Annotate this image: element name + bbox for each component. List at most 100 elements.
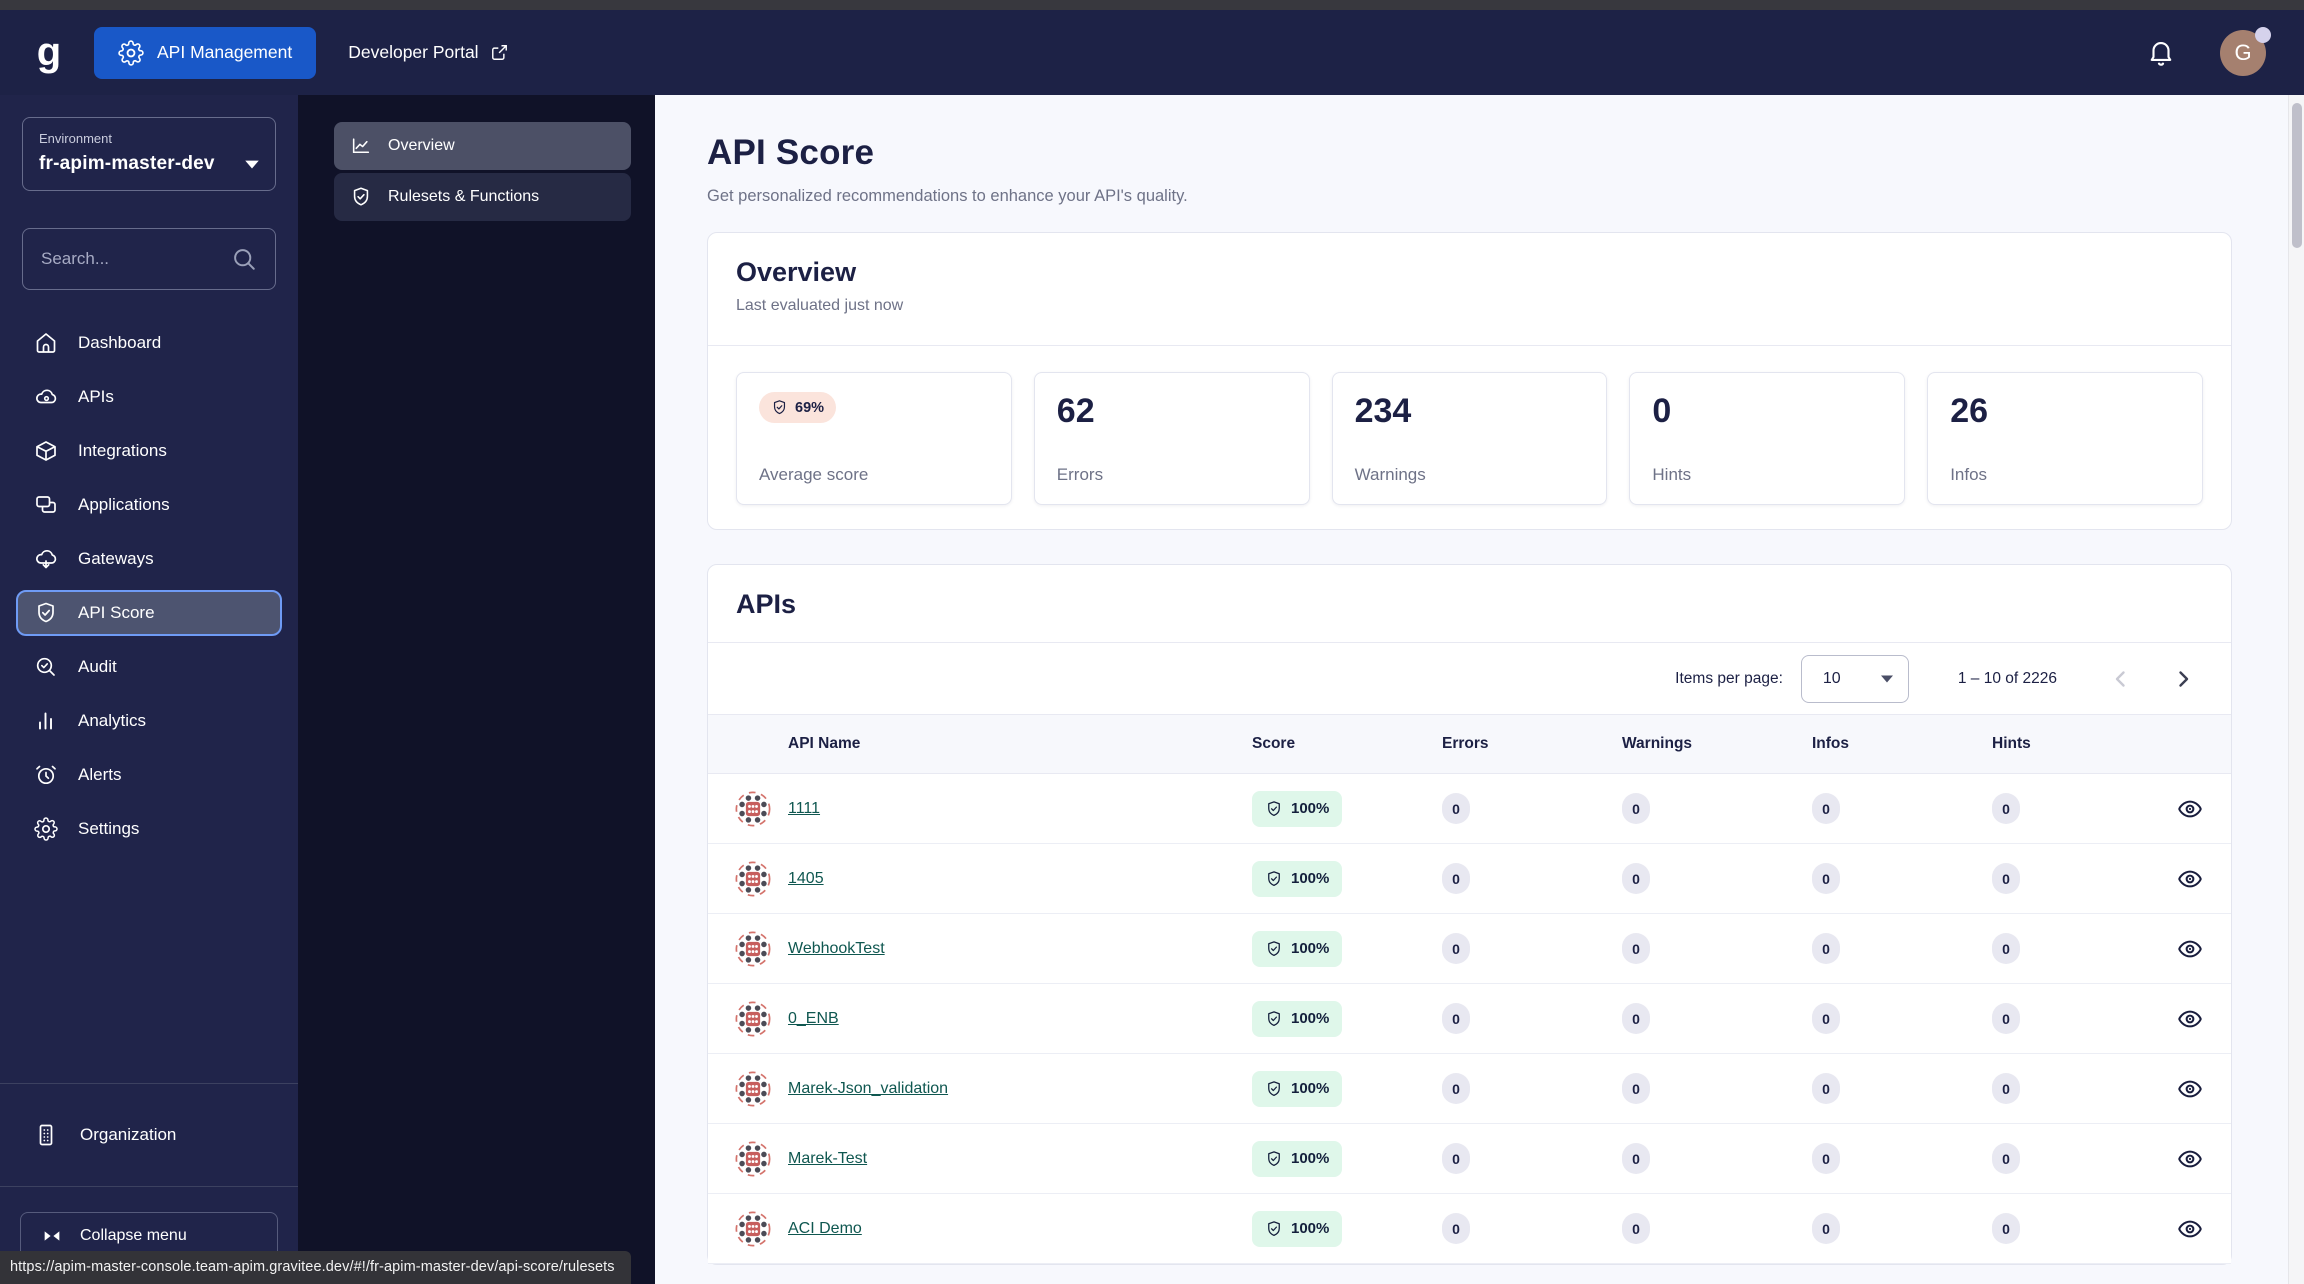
- sidebar-item-label: Alerts: [78, 765, 122, 784]
- sidebar-item-integrations[interactable]: Integrations: [16, 428, 282, 474]
- developer-portal-link[interactable]: Developer Portal: [348, 42, 508, 63]
- api-identicon-icon: [734, 1140, 788, 1178]
- infos-count: 0: [1812, 1073, 1840, 1104]
- api-management-button[interactable]: API Management: [94, 26, 317, 79]
- api-name-link[interactable]: 1111: [788, 800, 1252, 818]
- page-scrollbar[interactable]: [2288, 95, 2304, 1284]
- next-page-button[interactable]: [2161, 657, 2205, 701]
- hints-count: 0: [1992, 1073, 2020, 1104]
- subnav-item-label: Rulesets & Functions: [388, 188, 540, 205]
- stat-card-errors: 62 Errors: [1033, 372, 1310, 505]
- api-name-link[interactable]: ACI Demo: [788, 1220, 1252, 1238]
- organization-label: Organization: [80, 1125, 177, 1144]
- cloud-gear-icon: [34, 385, 58, 409]
- sidebar-search[interactable]: [22, 228, 276, 290]
- stat-card-infos: 26 Infos: [1927, 372, 2203, 505]
- sidebar-item-apis[interactable]: APIs: [16, 374, 282, 420]
- avatar-status-dot: [2255, 26, 2271, 43]
- stat-label: Errors: [1056, 465, 1104, 484]
- view-api-eye-icon[interactable]: [2175, 934, 2205, 964]
- sidebar-item-alerts[interactable]: Alerts: [16, 752, 282, 798]
- score-badge: 100%: [1252, 930, 1343, 967]
- view-api-eye-icon[interactable]: [2175, 1074, 2205, 1104]
- hints-count: 0: [1992, 793, 2020, 824]
- sidebar-item-label: API Score: [78, 603, 155, 622]
- items-per-page-select[interactable]: 10: [1800, 654, 1909, 703]
- sidebar-item-organization[interactable]: Organization: [0, 1084, 298, 1186]
- score-badge: 100%: [1252, 790, 1343, 827]
- column-header-hints: Hints: [1992, 735, 2031, 752]
- shield-check-icon: [1265, 1150, 1283, 1168]
- view-api-eye-icon[interactable]: [2175, 1214, 2205, 1244]
- pagination-bar: Items per page: 10 1 – 10 of 2226: [708, 642, 2231, 714]
- search-input[interactable]: [41, 249, 221, 269]
- api-name-link[interactable]: 1405: [788, 870, 1252, 888]
- primary-sidebar: Environment fr-apim-master-dev Dashboard…: [0, 95, 298, 1284]
- sidebar-item-api-score[interactable]: API Score: [16, 590, 282, 636]
- secondary-sidebar: Overview Rulesets & Functions: [298, 95, 655, 1284]
- bar-chart-icon: [34, 709, 58, 733]
- score-badge: 100%: [1252, 860, 1343, 897]
- api-name-link[interactable]: Marek-Test: [788, 1150, 1252, 1168]
- magnifier-check-icon: [34, 655, 58, 679]
- table-row: Marek-Json_validation 100% 0 0 0 0: [708, 1054, 2231, 1124]
- pagination-range: 1 – 10 of 2226: [1957, 669, 2057, 687]
- collapse-menu-label: Collapse menu: [80, 1227, 187, 1244]
- api-name-link[interactable]: WebhookTest: [788, 940, 1252, 958]
- sidebar-divider: [0, 1186, 298, 1187]
- shield-check-icon: [1265, 1080, 1283, 1098]
- shield-check-icon: [350, 186, 372, 208]
- sidebar-item-dashboard[interactable]: Dashboard: [16, 320, 282, 366]
- view-api-eye-icon[interactable]: [2175, 1144, 2205, 1174]
- notifications-bell-icon[interactable]: [2146, 38, 2176, 68]
- api-name-link[interactable]: 0_ENB: [788, 1010, 1252, 1028]
- view-api-eye-icon[interactable]: [2175, 794, 2205, 824]
- user-avatar[interactable]: G: [2220, 26, 2271, 76]
- sidebar-item-label: Dashboard: [78, 333, 162, 352]
- sidebar-item-analytics[interactable]: Analytics: [16, 698, 282, 744]
- overview-title: Overview: [736, 257, 857, 287]
- sidebar-item-label: Integrations: [78, 441, 167, 460]
- gravitee-logo[interactable]: g: [26, 30, 72, 75]
- sidebar-item-label: Audit: [78, 657, 117, 676]
- sidebar-item-settings[interactable]: Settings: [16, 806, 282, 852]
- gear-icon: [34, 817, 58, 841]
- stat-value: 0: [1652, 392, 1672, 430]
- infos-count: 0: [1812, 793, 1840, 824]
- column-header-errors: Errors: [1442, 735, 1489, 752]
- subnav-item-overview[interactable]: Overview: [334, 122, 631, 170]
- scrollbar-thumb[interactable]: [2292, 103, 2302, 248]
- errors-count: 0: [1442, 863, 1470, 894]
- hints-count: 0: [1992, 863, 2020, 894]
- api-name-link[interactable]: Marek-Json_validation: [788, 1080, 1252, 1098]
- environment-select[interactable]: Environment fr-apim-master-dev: [22, 117, 276, 191]
- page-subtitle: Get personalized recommendations to enha…: [707, 187, 1188, 205]
- windows-stack-icon: [34, 493, 58, 517]
- score-badge: 100%: [1252, 1070, 1343, 1107]
- table-row: 1405 100% 0 0 0 0: [708, 844, 2231, 914]
- average-score-value: 69%: [795, 399, 825, 416]
- sidebar-item-gateways[interactable]: Gateways: [16, 536, 282, 582]
- view-api-eye-icon[interactable]: [2175, 1004, 2205, 1034]
- sidebar-item-label: Analytics: [78, 711, 147, 730]
- infos-count: 0: [1812, 1003, 1840, 1034]
- sidebar-nav: Dashboard APIs Integrations Applications…: [0, 320, 298, 852]
- cube-icon: [34, 439, 58, 463]
- external-link-icon: [490, 43, 509, 62]
- warnings-count: 0: [1622, 793, 1650, 824]
- stat-label: Hints: [1652, 465, 1692, 484]
- overview-stats: 69% Average score 62 Errors 234 Warnings…: [708, 346, 2231, 529]
- api-identicon-icon: [734, 1210, 788, 1248]
- shield-check-icon: [1265, 940, 1283, 958]
- sidebar-item-audit[interactable]: Audit: [16, 644, 282, 690]
- environment-value: fr-apim-master-dev: [39, 153, 215, 174]
- subnav-item-rulesets[interactable]: Rulesets & Functions: [334, 173, 631, 221]
- column-header-score: Score: [1252, 735, 1296, 752]
- previous-page-button[interactable]: [2099, 657, 2143, 701]
- view-api-eye-icon[interactable]: [2175, 864, 2205, 894]
- table-row: 0_ENB 100% 0 0 0 0: [708, 984, 2231, 1054]
- sidebar-item-applications[interactable]: Applications: [16, 482, 282, 528]
- shield-check-icon: [771, 399, 788, 416]
- stat-card-warnings: 234 Warnings: [1331, 372, 1608, 505]
- hints-count: 0: [1992, 1143, 2020, 1174]
